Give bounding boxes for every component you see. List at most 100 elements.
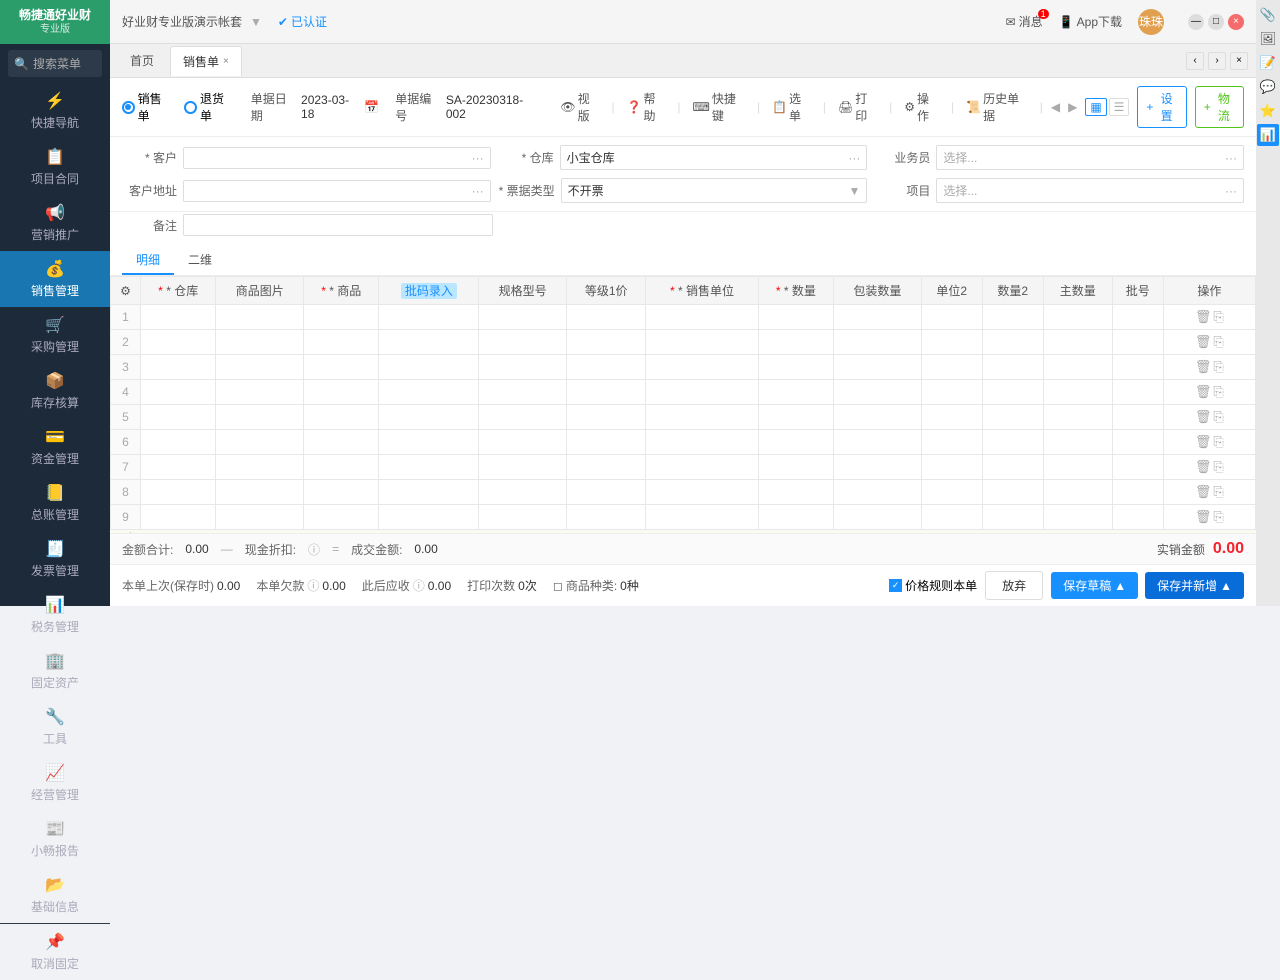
table-cell[interactable] [921,455,982,480]
table-cell[interactable] [304,305,379,330]
table-cell[interactable] [1043,455,1112,480]
message-button[interactable]: ✉ 消息 1 [1006,13,1043,30]
table-cell[interactable] [304,480,379,505]
table-cell[interactable] [834,505,922,530]
table-cell[interactable] [1043,305,1112,330]
sidebar-item-inventory[interactable]: 📦 库存核算 [0,363,110,419]
address-input[interactable]: ··· [183,180,491,202]
help-button[interactable]: ❓ 帮助 [623,88,670,126]
table-cell[interactable] [1112,355,1163,380]
table-cell[interactable] [921,305,982,330]
table-cell[interactable] [758,305,833,330]
table-cell[interactable] [921,405,982,430]
table-cell[interactable] [982,405,1043,430]
table-cell[interactable] [921,380,982,405]
copy-icon[interactable]: ⎘ [1213,484,1223,500]
sidebar-item-sales[interactable]: 💰 销售管理 [0,251,110,307]
sidebar-item-ops[interactable]: 📈 经营管理 [0,755,110,811]
table-cell[interactable] [566,355,645,380]
window-minimize-button[interactable]: — [1188,14,1204,30]
table-cell[interactable] [834,330,922,355]
table-cell[interactable] [304,380,379,405]
rp-icon-6[interactable]: 📊 [1257,124,1279,146]
table-cell[interactable] [304,455,379,480]
table-cell[interactable] [566,455,645,480]
table-cell[interactable] [834,380,922,405]
search-menu-button[interactable]: 🔍 搜索菜单 [8,50,102,77]
table-cell[interactable] [921,430,982,455]
table-cell[interactable] [1043,355,1112,380]
table-cell[interactable] [216,505,304,530]
delete-icon[interactable]: 🗑 [1195,309,1212,325]
rp-icon-1[interactable]: 📎 [1257,4,1279,26]
table-cell[interactable] [479,305,567,330]
table-cell[interactable] [216,405,304,430]
rp-icon-4[interactable]: 💬 [1257,76,1279,98]
table-cell[interactable] [566,305,645,330]
table-cell[interactable] [566,505,645,530]
table-cell[interactable] [379,330,479,355]
invoice-select[interactable]: 不开票 ▼ [561,178,868,203]
customer-input[interactable]: ··· [183,147,491,169]
table-cell[interactable] [479,330,567,355]
table-cell[interactable] [921,330,982,355]
table-cell[interactable] [921,505,982,530]
delete-icon[interactable]: 🗑 [1195,484,1212,500]
operate-button[interactable]: ⚙ 操作 [900,88,943,126]
calendar-icon[interactable]: 📅 [364,100,379,114]
tab-nav-next[interactable]: › [1208,52,1226,70]
table-cell[interactable] [566,405,645,430]
table-cell[interactable] [566,330,645,355]
table-cell[interactable] [141,430,216,455]
table-cell[interactable] [1112,455,1163,480]
copy-icon[interactable]: ⎘ [1213,509,1223,525]
table-cell[interactable] [304,505,379,530]
table-cell[interactable] [1112,330,1163,355]
table-cell[interactable] [834,305,922,330]
table-cell[interactable] [1112,380,1163,405]
history-button[interactable]: 📜 历史单据 [962,88,1032,126]
tab-nav-close[interactable]: × [1230,52,1248,70]
copy-icon[interactable]: ⎘ [1213,309,1223,325]
tab-close-icon[interactable]: × [223,56,229,67]
table-cell[interactable] [141,380,216,405]
table-cell[interactable] [758,380,833,405]
table-cell[interactable] [646,430,758,455]
table-cell[interactable] [216,455,304,480]
table-cell[interactable] [479,405,567,430]
table-cell[interactable] [379,305,479,330]
table-cell[interactable] [646,505,758,530]
table-cell[interactable] [1112,405,1163,430]
project-dots[interactable]: ··· [1225,184,1237,198]
copy-icon[interactable]: ⎘ [1213,359,1223,375]
table-cell[interactable] [379,455,479,480]
sidebar-item-basic[interactable]: 📂 基础信息 [0,867,110,923]
sidebar-item-finance[interactable]: 💳 资金管理 [0,419,110,475]
window-close-button[interactable]: × [1228,14,1244,30]
table-cell[interactable] [982,430,1043,455]
table-cell[interactable] [758,355,833,380]
table-tab-detail[interactable]: 明细 [122,246,174,275]
staff-input[interactable]: 选择... ··· [936,145,1244,170]
rp-icon-2[interactable]: 🖼 [1257,28,1279,50]
price-check-item[interactable]: ✓ 价格规则本单 [889,577,977,594]
delete-icon[interactable]: 🗑 [1195,334,1212,350]
table-cell[interactable] [566,480,645,505]
table-cell[interactable] [1112,505,1163,530]
table-cell[interactable] [479,355,567,380]
sidebar-item-account[interactable]: 📒 总账管理 [0,475,110,531]
table-cell[interactable] [479,430,567,455]
table-cell[interactable] [646,305,758,330]
view-grid-icon[interactable]: ▦ [1085,98,1106,116]
table-cell[interactable] [646,405,758,430]
table-cell[interactable] [479,380,567,405]
table-cell[interactable] [1043,380,1112,405]
table-cell[interactable] [304,355,379,380]
table-cell[interactable] [921,480,982,505]
price-check-box[interactable]: ✓ [889,579,902,592]
col-batch-import[interactable]: 批码录入 [379,277,479,305]
tab-sales[interactable]: 销售单 × [170,46,242,76]
table-cell[interactable] [982,380,1043,405]
table-cell[interactable] [379,355,479,380]
rp-icon-3[interactable]: 📝 [1257,52,1279,74]
